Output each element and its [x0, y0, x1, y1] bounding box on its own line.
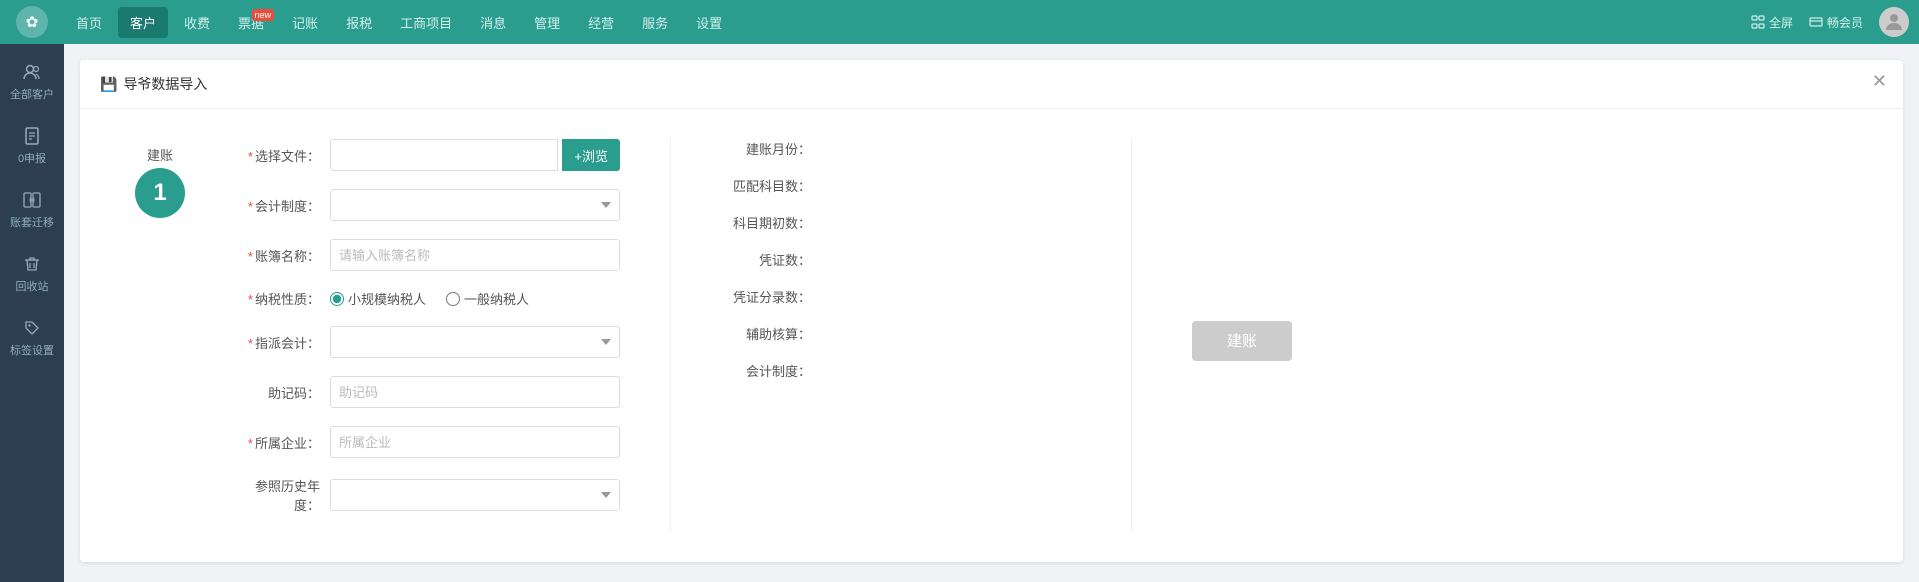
nav-item-tax[interactable]: 报税	[334, 7, 384, 38]
fullscreen-button[interactable]: 全屏	[1751, 14, 1793, 31]
left-form: *选择文件： +浏览 *会计制度：	[240, 139, 620, 532]
ref-year-row: 参照历史年度：	[240, 476, 620, 514]
voucher-records-label: 凭证分录数：	[721, 287, 811, 306]
card-header: 💾 导爷数据导入 ✕	[80, 60, 1903, 109]
app-logo[interactable]: ✿	[10, 0, 54, 44]
top-navigation: ✿ 首页 客户 收费 票据 new 记账 报税 工商项目 消息 管理 经营 服务…	[0, 0, 1919, 44]
sidebar-item-all-clients[interactable]: 全部客户	[0, 52, 64, 112]
action-column: 建账	[1182, 139, 1302, 532]
right-accounting-system-row: 会计制度：	[721, 361, 1081, 380]
ref-year-select[interactable]	[330, 479, 620, 511]
subject-initial-label: 科目期初数：	[721, 213, 811, 232]
nav-item-invoices[interactable]: 票据 new	[226, 7, 276, 38]
form-divider-2	[1131, 139, 1132, 532]
nav-item-messages[interactable]: 消息	[468, 7, 518, 38]
radio-general[interactable]: 一般纳税人	[446, 289, 529, 308]
match-subject-label: 匹配科目数：	[721, 176, 811, 195]
assign-accountant-select[interactable]	[330, 326, 620, 358]
voucher-count-row: 凭证数：	[721, 250, 1081, 269]
nav-item-services[interactable]: 服务	[630, 7, 680, 38]
step-number: 1	[135, 168, 185, 218]
file-path-input[interactable]	[330, 139, 558, 171]
nav-item-management[interactable]: 管理	[522, 7, 572, 38]
radio-small-scale[interactable]: 小规模纳税人	[330, 289, 426, 308]
right-accounting-system-label: 会计制度：	[721, 361, 811, 380]
nav-menu: 首页 客户 收费 票据 new 记账 报税 工商项目 消息 管理 经营 服务 设…	[64, 7, 1751, 38]
sidebar-label-all-clients: 全部客户	[10, 86, 54, 102]
right-form: 建账月份： 匹配科目数： 科目期初数： 凭证数：	[721, 139, 1081, 532]
user-avatar[interactable]	[1879, 7, 1909, 37]
tax-type-label: *纳税性质：	[240, 289, 320, 308]
company-label: *所属企业：	[240, 433, 320, 452]
import-icon: 💾	[100, 76, 117, 93]
subject-initial-row: 科目期初数：	[721, 213, 1081, 232]
memo-code-row: 助记码：	[240, 376, 620, 408]
nav-item-operations[interactable]: 经营	[576, 7, 626, 38]
form-divider	[670, 139, 671, 532]
auxiliary-label: 辅助核算：	[721, 324, 811, 343]
match-subject-row: 匹配科目数：	[721, 176, 1081, 195]
nav-item-settings[interactable]: 设置	[684, 7, 734, 38]
file-input-group: +浏览	[330, 139, 620, 171]
sidebar-label-declaration: 0申报	[18, 150, 46, 166]
company-input[interactable]	[330, 426, 620, 458]
ledger-name-label: *账簿名称：	[240, 246, 320, 265]
accounting-system-row: *会计制度：	[240, 189, 620, 221]
nav-item-fees[interactable]: 收费	[172, 7, 222, 38]
ledger-name-row: *账簿名称：	[240, 239, 620, 271]
browse-button[interactable]: +浏览	[562, 139, 620, 171]
tax-type-radio-group: 小规模纳税人 一般纳税人	[330, 289, 620, 308]
member-button[interactable]: 畅会员	[1809, 14, 1863, 31]
import-card: 💾 导爷数据导入 ✕ 建账 1 *选择文件：	[80, 60, 1903, 562]
radio-small-scale-input[interactable]	[330, 292, 344, 306]
sidebar-label-account-migrate: 账套迁移	[10, 214, 54, 230]
sidebar-label-tag-settings: 标签设置	[10, 342, 54, 358]
nav-right-area: 全屏 畅会员	[1751, 7, 1909, 37]
ref-year-label: 参照历史年度：	[240, 476, 320, 514]
build-month-row: 建账月份：	[721, 139, 1081, 158]
step-indicator: 建账 1	[120, 139, 200, 532]
sidebar-item-recycle[interactable]: 回收站	[0, 244, 64, 304]
assign-accountant-row: *指派会计：	[240, 326, 620, 358]
nav-item-bookkeeping[interactable]: 记账	[280, 7, 330, 38]
nav-item-business-projects[interactable]: 工商项目	[388, 7, 464, 38]
voucher-records-row: 凭证分录数：	[721, 287, 1081, 306]
close-button[interactable]: ✕	[1872, 72, 1887, 90]
memo-code-input[interactable]	[330, 376, 620, 408]
file-label: *选择文件：	[240, 146, 320, 165]
sidebar-item-tag-settings[interactable]: 标签设置	[0, 308, 64, 368]
build-account-button[interactable]: 建账	[1192, 321, 1292, 361]
main-content-area: 💾 导爷数据导入 ✕ 建账 1 *选择文件：	[64, 44, 1919, 582]
fullscreen-label: 全屏	[1769, 14, 1793, 31]
radio-general-input[interactable]	[446, 292, 460, 306]
sidebar-item-account-migrate[interactable]: 账套迁移	[0, 180, 64, 240]
logo-icon: ✿	[16, 6, 48, 38]
main-layout: 全部客户 0申报 账套迁移	[0, 44, 1919, 582]
memo-code-label: 助记码：	[240, 383, 320, 402]
file-select-row: *选择文件： +浏览	[240, 139, 620, 171]
sidebar-label-recycle: 回收站	[16, 278, 49, 294]
accounting-system-label: *会计制度：	[240, 196, 320, 215]
nav-item-home[interactable]: 首页	[64, 7, 114, 38]
nav-item-clients[interactable]: 客户	[118, 7, 168, 38]
voucher-count-label: 凭证数：	[721, 250, 811, 269]
card-title: 导爷数据导入	[123, 74, 207, 94]
new-badge: new	[252, 9, 275, 21]
tax-type-row: *纳税性质： 小规模纳税人 一般纳税人	[240, 289, 620, 308]
auxiliary-row: 辅助核算：	[721, 324, 1081, 343]
sidebar-item-declaration[interactable]: 0申报	[0, 116, 64, 176]
step-label: 建账	[147, 145, 173, 164]
member-label: 畅会员	[1827, 14, 1863, 31]
ledger-name-input[interactable]	[330, 239, 620, 271]
company-row: *所属企业：	[240, 426, 620, 458]
accounting-system-select[interactable]	[330, 189, 620, 221]
form-area: 建账 1 *选择文件： +浏览	[80, 109, 1903, 562]
assign-accountant-label: *指派会计：	[240, 333, 320, 352]
build-month-label: 建账月份：	[721, 139, 811, 158]
left-sidebar: 全部客户 0申报 账套迁移	[0, 44, 64, 582]
